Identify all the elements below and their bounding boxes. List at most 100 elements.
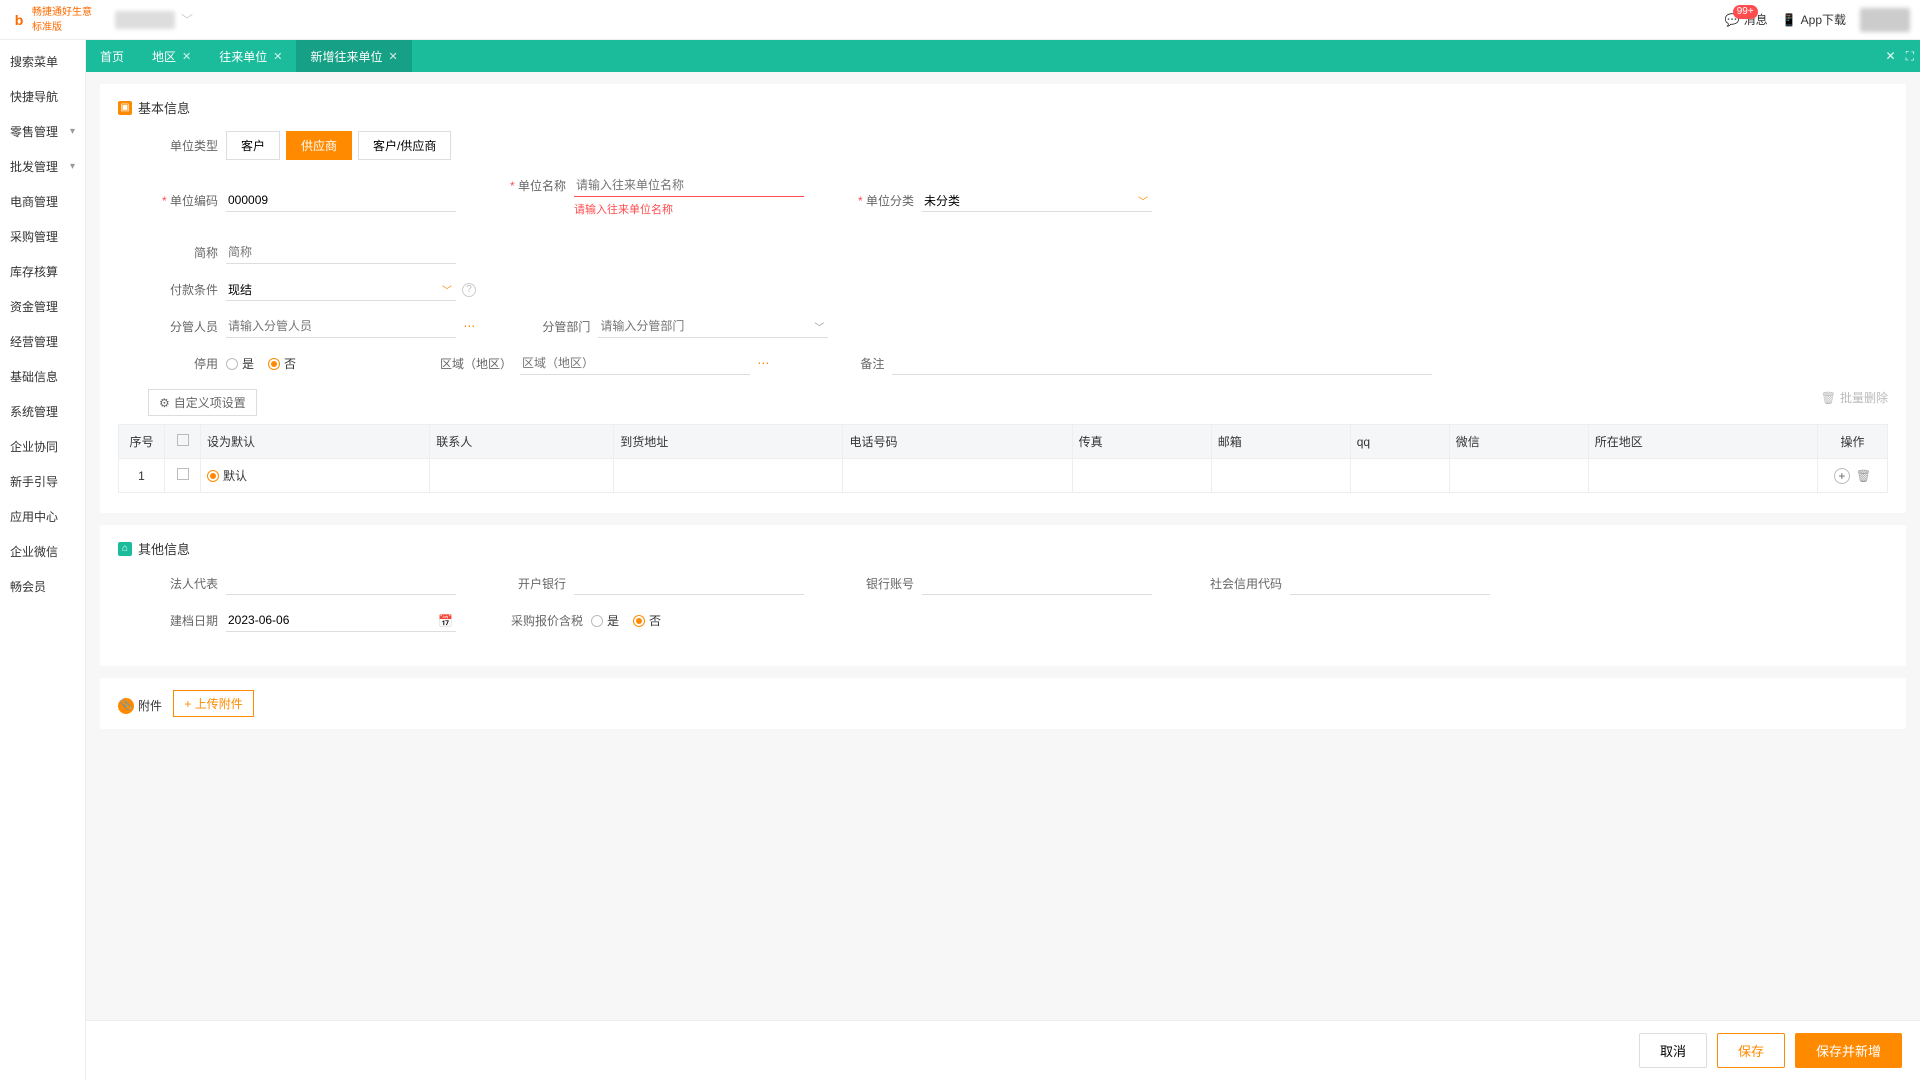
sidebar-item-7[interactable]: 资金管理: [0, 289, 85, 324]
sidebar-item-1[interactable]: 快捷导航: [0, 79, 85, 114]
remark-input[interactable]: [892, 352, 1432, 375]
attach-label: 📎 附件: [118, 697, 162, 714]
col-header-9: 微信: [1449, 425, 1588, 459]
unit-code-input[interactable]: [226, 189, 456, 212]
more-icon[interactable]: ⋯: [753, 356, 774, 370]
add-row-icon[interactable]: +: [1834, 468, 1850, 484]
disabled-no-radio[interactable]: 否: [268, 355, 296, 372]
label-unit-type: 单位类型: [148, 137, 218, 154]
close-icon[interactable]: ✕: [273, 50, 282, 63]
sidebar-item-6[interactable]: 库存核算: [0, 254, 85, 289]
col-header-7: 邮箱: [1211, 425, 1350, 459]
label-account: 银行账号: [844, 575, 914, 592]
panel-other-info: ⌂ 其他信息 法人代表 开户银行 银行账号 社会信用代码 建档日期 📅: [100, 525, 1906, 666]
sidebar-item-12[interactable]: 新手引导: [0, 464, 85, 499]
disabled-yes-radio[interactable]: 是: [226, 355, 254, 372]
custom-fields-button[interactable]: ⚙ 自定义项设置: [148, 389, 257, 416]
tab-3[interactable]: 新增往来单位✕: [296, 40, 411, 72]
sidebar-item-10[interactable]: 系统管理: [0, 394, 85, 429]
topbar: b 畅捷通好生意 标准版 ﹀ 💬 99+ 消息 📱 App下载: [0, 0, 1920, 40]
batch-delete-button[interactable]: 🗑 批量删除: [1821, 389, 1888, 406]
close-icon[interactable]: ✕: [389, 50, 398, 63]
app-download-button[interactable]: 📱 App下载: [1782, 11, 1846, 28]
col-header-0: 序号: [119, 425, 165, 459]
label-credit: 社会信用代码: [1192, 575, 1282, 592]
sidebar-item-2[interactable]: 零售管理▾: [0, 114, 85, 149]
short-name-input[interactable]: [226, 241, 456, 264]
trash-icon: 🗑: [1821, 391, 1836, 405]
unit-name-error: 请输入往来单位名称: [574, 201, 673, 217]
section-icon: ▣: [118, 101, 132, 115]
pay-term-select[interactable]: [226, 278, 456, 301]
bank-account-input[interactable]: [922, 572, 1152, 595]
fullscreen-icon[interactable]: ⛶: [1906, 49, 1914, 64]
tabs-close-all-icon[interactable]: ✕: [1886, 49, 1896, 63]
tax-no-radio[interactable]: 否: [633, 612, 661, 629]
company-name-blurred: [115, 11, 175, 29]
sidebar-item-13[interactable]: 应用中心: [0, 499, 85, 534]
attachment-icon: 📎: [118, 698, 134, 714]
close-icon[interactable]: ✕: [182, 50, 191, 63]
sidebar-item-15[interactable]: 畅会员: [0, 569, 85, 604]
sidebar-item-5[interactable]: 采购管理: [0, 219, 85, 254]
chevron-down-icon: ﹀: [181, 11, 193, 28]
default-radio[interactable]: 默认: [207, 467, 247, 484]
tab-2[interactable]: 往来单位✕: [205, 40, 296, 72]
brand-name: 畅捷通好生意: [32, 7, 92, 18]
upload-attachment-button[interactable]: + 上传附件: [173, 690, 253, 717]
owner-input[interactable]: [226, 315, 456, 338]
delete-row-icon[interactable]: 🗑: [1856, 469, 1871, 483]
cancel-button[interactable]: 取消: [1639, 1033, 1707, 1068]
save-and-new-button[interactable]: 保存并新增: [1795, 1033, 1902, 1068]
label-region: 区域（地区）: [422, 355, 512, 372]
label-unit-category: 单位分类: [844, 192, 914, 209]
chevron-down-icon: ﹀: [442, 282, 452, 297]
label-pay-term: 付款条件: [148, 281, 218, 298]
company-selector[interactable]: ﹀: [115, 11, 193, 29]
region-input[interactable]: [520, 352, 750, 375]
table-row: 1默认+🗑: [119, 459, 1888, 493]
unit-name-input[interactable]: [574, 174, 804, 197]
sidebar-item-0[interactable]: 搜索菜单: [0, 44, 85, 79]
dept-select[interactable]: [598, 315, 828, 338]
unit-type-option-2[interactable]: 客户/供应商: [358, 131, 451, 160]
sidebar-item-9[interactable]: 基础信息: [0, 359, 85, 394]
tab-0[interactable]: 首页: [86, 40, 138, 72]
unit-category-select[interactable]: [922, 189, 1152, 212]
legal-input[interactable]: [226, 572, 456, 595]
tax-yes-radio[interactable]: 是: [591, 612, 619, 629]
select-all-checkbox[interactable]: [177, 434, 189, 446]
unit-type-option-1[interactable]: 供应商: [286, 131, 352, 160]
sidebar-item-3[interactable]: 批发管理▾: [0, 149, 85, 184]
more-icon[interactable]: ⋯: [459, 319, 480, 333]
sidebar-item-4[interactable]: 电商管理: [0, 184, 85, 219]
row-checkbox[interactable]: [177, 468, 189, 480]
user-avatar[interactable]: [1860, 8, 1910, 32]
credit-code-input[interactable]: [1290, 572, 1490, 595]
help-icon[interactable]: ?: [462, 283, 476, 297]
panel-attachments: 📎 附件 + 上传附件: [100, 678, 1906, 729]
bank-input[interactable]: [574, 572, 804, 595]
unit-type-option-0[interactable]: 客户: [226, 131, 280, 160]
sidebar: 搜索菜单快捷导航零售管理▾批发管理▾电商管理采购管理库存核算资金管理经营管理基础…: [0, 40, 86, 1080]
section-icon: ⌂: [118, 542, 132, 556]
label-bank: 开户银行: [496, 575, 566, 592]
sidebar-item-11[interactable]: 企业协同: [0, 429, 85, 464]
created-date-input[interactable]: [226, 609, 456, 632]
sidebar-item-8[interactable]: 经营管理: [0, 324, 85, 359]
content-area: ▣ 基本信息 单位类型 客户供应商客户/供应商 单位编码: [86, 72, 1920, 1020]
tab-1[interactable]: 地区✕: [138, 40, 205, 72]
label-unit-code: 单位编码: [148, 192, 218, 209]
messages-button[interactable]: 💬 99+ 消息: [1725, 11, 1768, 28]
brand-logo: b 畅捷通好生意 标准版: [10, 7, 95, 33]
label-disabled: 停用: [148, 355, 218, 372]
form-footer: 取消 保存 保存并新增: [86, 1020, 1920, 1080]
sidebar-item-14[interactable]: 企业微信: [0, 534, 85, 569]
save-button[interactable]: 保存: [1717, 1033, 1785, 1068]
brand-edition: 标准版: [32, 18, 92, 33]
calendar-icon[interactable]: 📅: [438, 614, 453, 628]
col-header-8: qq: [1350, 425, 1449, 459]
contacts-table: 序号设为默认联系人到货地址电话号码传真邮箱qq微信所在地区操作 1默认+🗑: [118, 424, 1888, 493]
col-header-4: 到货地址: [614, 425, 843, 459]
label-dept: 分管部门: [520, 318, 590, 335]
